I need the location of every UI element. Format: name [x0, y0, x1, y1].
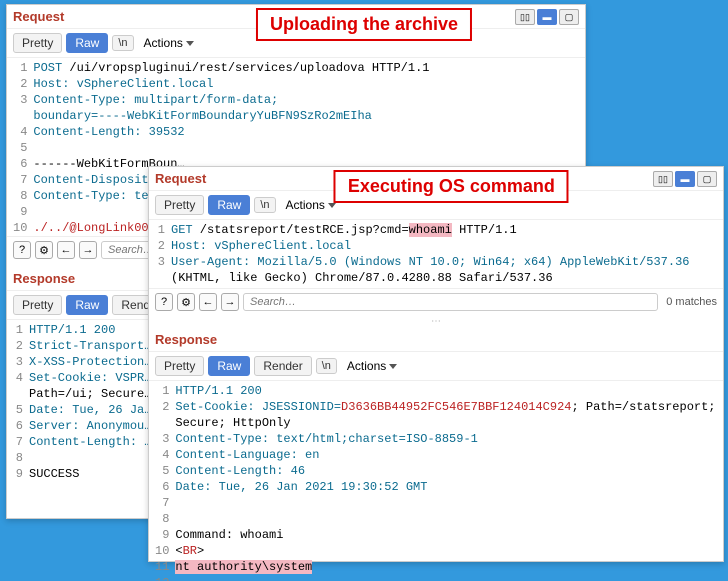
response-title: Response [13, 271, 75, 286]
view-split-h-icon[interactable]: ▯▯ [515, 9, 535, 25]
response-title: Response [155, 332, 217, 347]
gear-icon[interactable]: ⚙ [35, 241, 53, 259]
view-split-v-icon[interactable]: ▬ [537, 9, 557, 25]
tab-pretty[interactable]: Pretty [155, 356, 204, 376]
gutter: 1 2 3 4 5 6 7 8 9 [7, 322, 29, 482]
gear-icon[interactable]: ⚙ [177, 293, 195, 311]
request-body-2[interactable]: 1 2 3 4 GET /statsreport/testRCE.jsp?cmd… [149, 220, 723, 288]
actions-dropdown[interactable]: Actions [280, 196, 342, 214]
next-icon[interactable]: → [221, 293, 239, 311]
tab-newline[interactable]: \n [316, 358, 337, 374]
banner-exec: Executing OS command [334, 170, 569, 203]
gutter: 1 2 3 4 5 6 7 8 9 10 11 12 13 14 [149, 383, 175, 579]
tab-raw[interactable]: Raw [208, 195, 250, 215]
tab-pretty[interactable]: Pretty [13, 33, 62, 53]
tab-pretty[interactable]: Pretty [155, 195, 204, 215]
tab-newline[interactable]: \n [112, 35, 133, 51]
view-single-icon[interactable]: ▢ [697, 171, 717, 187]
help-icon[interactable]: ? [155, 293, 173, 311]
match-count: 0 matches [662, 296, 717, 308]
actions-dropdown[interactable]: Actions [138, 34, 200, 52]
tab-render[interactable]: Render [254, 356, 311, 376]
tab-raw[interactable]: Raw [208, 356, 250, 376]
prev-icon[interactable]: ← [57, 241, 75, 259]
gutter: 1 2 3 4 5 6 7 8 9 10 [7, 60, 33, 234]
request-bottombar-2: ? ⚙ ← → 0 matches [149, 288, 723, 315]
actions-dropdown[interactable]: Actions [341, 357, 403, 375]
view-buttons-1: ▯▯ ▬ ▢ [515, 9, 579, 25]
actions-label: Actions [144, 36, 183, 50]
actions-label: Actions [347, 359, 386, 373]
view-split-h-icon[interactable]: ▯▯ [653, 171, 673, 187]
actions-label: Actions [286, 198, 325, 212]
request-title: Request [13, 9, 64, 24]
divider-dots: ⋯ [149, 315, 723, 328]
response-header-2: Response [149, 328, 723, 352]
next-icon[interactable]: → [79, 241, 97, 259]
code-lines: GET /statsreport/testRCE.jsp?cmd=whoami … [171, 222, 723, 286]
gutter: 1 2 3 4 [149, 222, 171, 286]
request-title: Request [155, 171, 206, 186]
tab-newline[interactable]: \n [254, 197, 275, 213]
view-single-icon[interactable]: ▢ [559, 9, 579, 25]
view-buttons-2: ▯▯ ▬ ▢ [653, 171, 717, 187]
tab-pretty[interactable]: Pretty [13, 295, 62, 315]
panel-exec: Request ▯▯ ▬ ▢ Pretty Raw \n Actions 1 2… [148, 166, 724, 562]
help-icon[interactable]: ? [13, 241, 31, 259]
tab-raw[interactable]: Raw [66, 33, 108, 53]
response-body-2[interactable]: 1 2 3 4 5 6 7 8 9 10 11 12 13 14 HTTP/1.… [149, 381, 723, 581]
code-lines: HTTP/1.1 200 Set-Cookie: JSESSIONID=D363… [175, 383, 723, 579]
search-input-2[interactable] [243, 293, 658, 311]
response-toolbar-2: Pretty Raw Render \n Actions [149, 352, 723, 381]
prev-icon[interactable]: ← [199, 293, 217, 311]
banner-upload: Uploading the archive [256, 8, 472, 41]
view-split-v-icon[interactable]: ▬ [675, 171, 695, 187]
tab-raw[interactable]: Raw [66, 295, 108, 315]
